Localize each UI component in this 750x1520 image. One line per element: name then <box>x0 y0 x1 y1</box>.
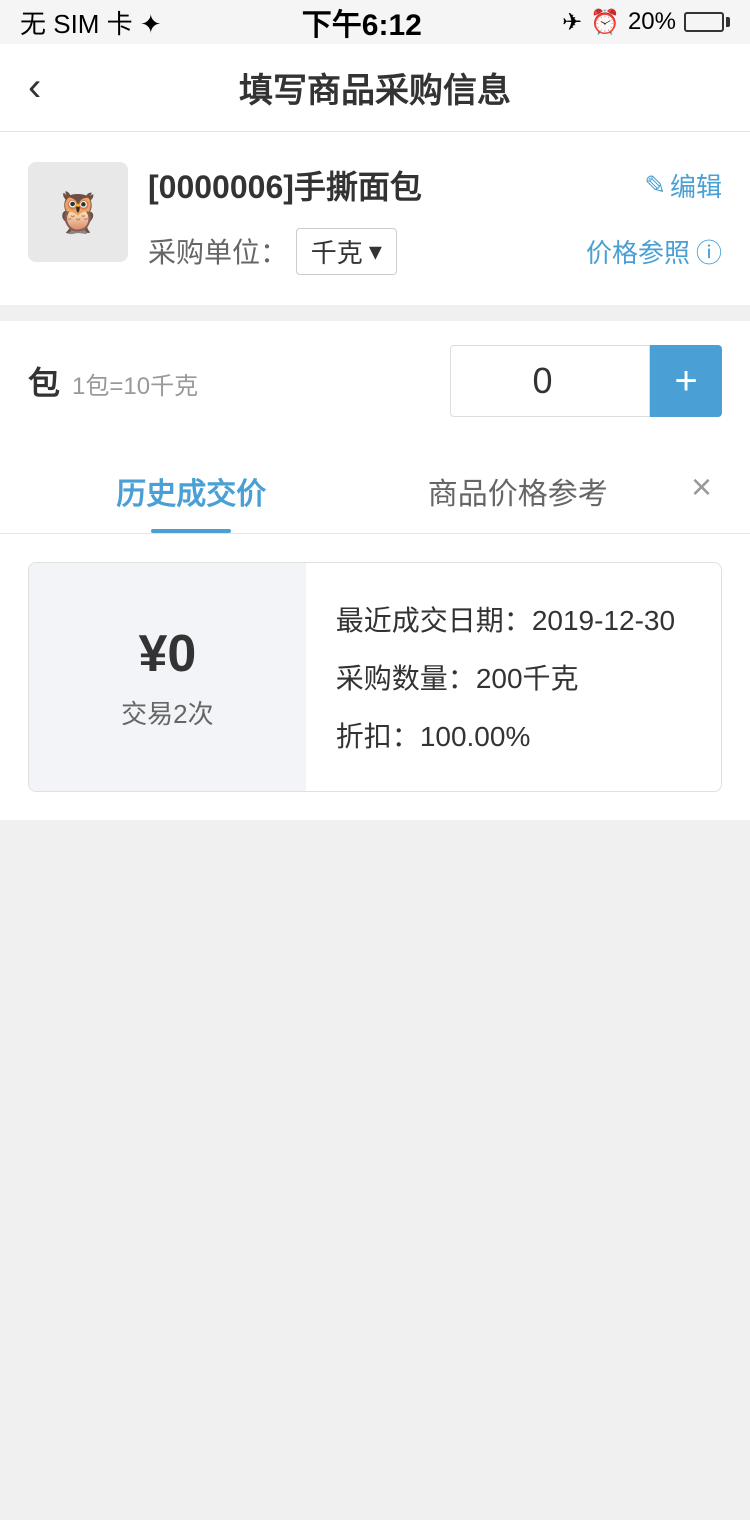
tab-panel: 历史成交价 商品价格参考 × ¥0 交易2次 最近成交日期：2019-12-30… <box>0 441 750 820</box>
product-full-name: [0000006]手撕面包 <box>148 162 422 208</box>
purchase-qty-value: 200千克 <box>476 663 579 694</box>
price-reference-button[interactable]: 价格参照 ⓘ <box>586 233 722 270</box>
sim-status: 无 SIM 卡 ✦ <box>20 4 162 41</box>
discount-label: 折扣： <box>336 721 420 752</box>
battery-icon <box>684 12 730 32</box>
price-detail-discount: 折扣：100.00% <box>336 715 691 755</box>
currency-symbol: ¥ <box>138 625 167 683</box>
quantity-plus-button[interactable]: + <box>650 345 722 417</box>
quantity-unit: 包 <box>28 358 60 404</box>
tab-close-button[interactable]: × <box>681 456 722 518</box>
quantity-label-group: 包 1包=10千克 <box>28 358 198 404</box>
price-detail-qty: 采购数量：200千克 <box>336 657 691 697</box>
recent-date-value: 2019-12-30 <box>532 605 675 636</box>
back-button[interactable]: ‹ <box>28 65 41 110</box>
quantity-conversion: 1包=10千克 <box>72 366 198 401</box>
dropdown-icon: ▾ <box>369 236 382 267</box>
tab-header: 历史成交价 商品价格参考 × <box>0 441 750 534</box>
nav-bar: ‹ 填写商品采购信息 <box>0 44 750 132</box>
product-image: 🦉 <box>28 162 128 262</box>
price-ref-label: 价格参照 <box>586 233 690 270</box>
product-name-row: [0000006]手撕面包 ✎ 编辑 <box>148 162 722 208</box>
status-bar: 无 SIM 卡 ✦ 下午6:12 ✈ ⏰ 20% <box>0 0 750 44</box>
price-left: ¥0 交易2次 <box>29 563 306 791</box>
price-value: 0 <box>167 625 196 683</box>
price-right: 最近成交日期：2019-12-30 采购数量：200千克 折扣：100.00% <box>306 563 721 791</box>
edit-icon: ✎ <box>644 170 666 201</box>
purchase-qty-label: 采购数量： <box>336 663 476 694</box>
product-info: [0000006]手撕面包 ✎ 编辑 采购单位： 千克 ▾ 价格参照 ⓘ <box>148 162 722 275</box>
quantity-input[interactable]: 0 <box>450 345 650 417</box>
status-time: 下午6:12 <box>302 0 422 44</box>
price-amount: ¥0 <box>138 624 196 684</box>
recent-date-label: 最近成交日期： <box>336 605 532 636</box>
discount-value: 100.00% <box>420 721 531 752</box>
tab-product-price-ref[interactable]: 商品价格参考 <box>354 441 680 533</box>
section-divider <box>0 305 750 321</box>
edit-button[interactable]: ✎ 编辑 <box>644 167 722 204</box>
quantity-input-group: 0 + <box>450 345 722 417</box>
tab-history-price[interactable]: 历史成交价 <box>28 441 354 533</box>
page-title: 填写商品采购信息 <box>239 63 511 112</box>
quantity-row: 包 1包=10千克 0 + <box>0 321 750 441</box>
product-logo-icon: 🦉 <box>53 189 103 236</box>
price-card: ¥0 交易2次 最近成交日期：2019-12-30 采购数量：200千克 折扣：… <box>28 562 722 792</box>
location-icon: ✈ <box>562 8 582 37</box>
status-right: ✈ ⏰ 20% <box>562 8 730 37</box>
product-card: 🦉 [0000006]手撕面包 ✎ 编辑 采购单位： 千克 ▾ <box>0 132 750 305</box>
main-background <box>0 820 750 1520</box>
battery-percent: 20% <box>628 8 676 36</box>
unit-section: 采购单位： 千克 ▾ <box>148 228 397 275</box>
unit-select[interactable]: 千克 ▾ <box>296 228 397 275</box>
edit-label: 编辑 <box>670 167 722 204</box>
price-transactions: 交易2次 <box>121 694 213 731</box>
price-detail-date: 最近成交日期：2019-12-30 <box>336 599 691 639</box>
product-unit-row: 采购单位： 千克 ▾ 价格参照 ⓘ <box>148 228 722 275</box>
unit-label: 采购单位： <box>148 237 288 268</box>
info-icon: ⓘ <box>696 233 722 270</box>
tab-content: ¥0 交易2次 最近成交日期：2019-12-30 采购数量：200千克 折扣：… <box>0 534 750 820</box>
status-left: 无 SIM 卡 ✦ <box>20 4 162 41</box>
alarm-icon: ⏰ <box>590 8 620 37</box>
product-header: 🦉 [0000006]手撕面包 ✎ 编辑 采购单位： 千克 ▾ <box>28 162 722 275</box>
unit-value: 千克 <box>311 233 363 270</box>
